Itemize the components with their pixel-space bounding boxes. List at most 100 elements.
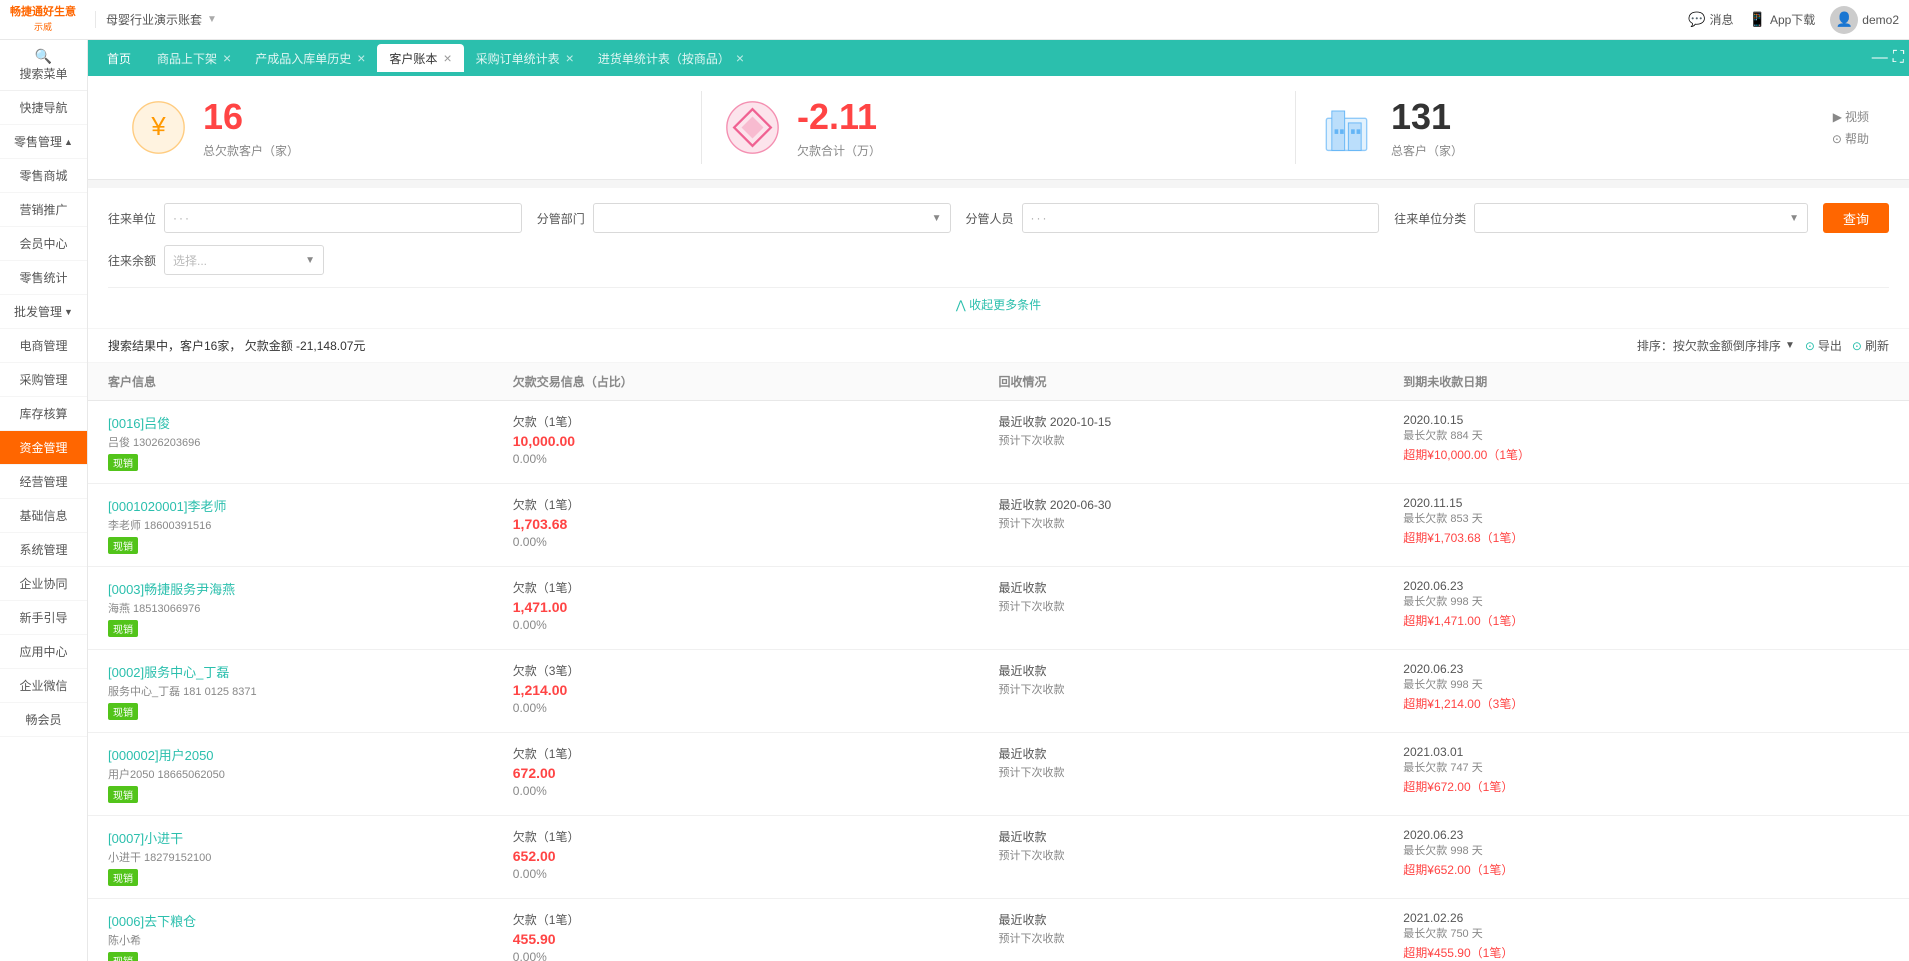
customer-contact-6: 陈小希: [108, 932, 513, 948]
customer-contact-5: 小进干 18279152100: [108, 849, 513, 865]
customer-tag-0: 现销: [108, 454, 138, 471]
dept-dropdown-icon: ▼: [932, 213, 942, 224]
debt-info-2: 欠款（1笔） 1,471.00 0.00%: [513, 579, 999, 632]
overdue-link-5[interactable]: 超期¥652.00（1笔）: [1403, 861, 1889, 878]
filter-row-2: 往来余额 选择... ▼: [108, 245, 1889, 275]
sidebar-item-marketing[interactable]: 营销推广: [0, 193, 87, 227]
table-row: [0007]小进干 小进干 18279152100 现销 欠款（1笔） 652.…: [88, 816, 1909, 899]
sidebar-item-inventory[interactable]: 库存核算: [0, 397, 87, 431]
customer-name-1[interactable]: [0001020001]李老师: [108, 496, 513, 515]
unit-category-select[interactable]: ▼: [1474, 203, 1808, 233]
sidebar-item-retail-mall[interactable]: 零售商城: [0, 159, 87, 193]
customer-name-6[interactable]: [0006]去下粮仓: [108, 911, 513, 930]
customer-tag-5: 现销: [108, 869, 138, 886]
refresh-button[interactable]: ⊙ 刷新: [1852, 337, 1889, 354]
customer-tag-2: 现销: [108, 620, 138, 637]
logo-area: 畅捷通好生意 示威: [10, 6, 95, 32]
tab-customer-account[interactable]: 客户账本 ×: [377, 44, 463, 72]
sidebar-item-retail-mgmt[interactable]: 零售管理 ▲: [0, 125, 87, 159]
sidebar-item-enterprise-wechat[interactable]: 企业微信: [0, 669, 87, 703]
sidebar-item-enterprise[interactable]: 企业协同: [0, 567, 87, 601]
debt-info-6: 欠款（1笔） 455.90 0.00%: [513, 911, 999, 961]
money-icon: ¥: [128, 98, 188, 158]
customer-contact-1: 李老师 18600391516: [108, 517, 513, 533]
overdue-link-6[interactable]: 超期¥455.90（1笔）: [1403, 944, 1889, 961]
avatar: 👤: [1830, 6, 1858, 34]
customer-name-5[interactable]: [0007]小进干: [108, 828, 513, 847]
stat-info-debt-customers: 16 总欠款客户（家）: [203, 96, 299, 159]
sidebar-item-purchase[interactable]: 采购管理: [0, 363, 87, 397]
logo-text: 畅捷通好生意 示威: [10, 6, 76, 32]
overdue-link-3[interactable]: 超期¥1,214.00（3笔）: [1403, 695, 1889, 712]
balance-select[interactable]: 选择... ▼: [164, 245, 324, 275]
company-selector[interactable]: 母婴行业演示账套 ▼: [95, 11, 1688, 28]
tab-inbound-stats[interactable]: 进货单统计表（按商品） ×: [586, 44, 756, 72]
sidebar-item-retail-stats[interactable]: 零售统计: [0, 261, 87, 295]
collapse-filters-button[interactable]: ⋀ 收起更多条件: [108, 287, 1889, 313]
tab-purchase-stats[interactable]: 采购订单统计表 ×: [464, 44, 586, 72]
tab-product-listing[interactable]: 商品上下架 ×: [145, 44, 243, 72]
stats-row: ¥ 16 总欠款客户（家）: [88, 76, 1909, 180]
tab-home[interactable]: 首页: [93, 50, 145, 67]
customer-info-0: [0016]吕俊 吕俊 13026203696 现销: [108, 413, 513, 471]
payback-info-3: 最近收款 预计下次收款: [999, 662, 1404, 697]
collapse-icon: ⋀: [956, 298, 969, 312]
sidebar-item-ecommerce[interactable]: 电商管理: [0, 329, 87, 363]
sidebar-item-system[interactable]: 系统管理: [0, 533, 87, 567]
sidebar-item-member-center[interactable]: 会员中心: [0, 227, 87, 261]
customer-info-3: [0002]服务中心_丁磊 服务中心_丁磊 181 0125 8371 现销: [108, 662, 513, 720]
stat-info-debt-amount: -2.11 欠款合计（万）: [797, 96, 881, 159]
overdue-info-6: 2021.02.26 最长欠款 750 天 超期¥455.90（1笔）: [1403, 911, 1889, 961]
debt-info-1: 欠款（1笔） 1,703.68 0.00%: [513, 496, 999, 549]
overdue-link-4[interactable]: 超期¥672.00（1笔）: [1403, 778, 1889, 795]
table-row: [000002]用户2050 用户2050 18665062050 现销 欠款（…: [88, 733, 1909, 816]
overdue-link-2[interactable]: 超期¥1,471.00（1笔）: [1403, 612, 1889, 629]
tab-product-history[interactable]: 产成品入库单历史 ×: [243, 44, 377, 72]
stat-card-total-customers: 131 总客户（家） ▶ 视频 ⊙ 帮助: [1296, 91, 1889, 164]
sidebar-item-wholesale[interactable]: 批发管理 ▼: [0, 295, 87, 329]
dept-select[interactable]: ▼: [593, 203, 951, 233]
customer-tag-3: 现销: [108, 703, 138, 720]
customer-name-0[interactable]: [0016]吕俊: [108, 413, 513, 432]
content-area: 首页 商品上下架 × 产成品入库单历史 × 客户账本 × 采购订单统计表 × 进…: [88, 40, 1909, 961]
customer-name-2[interactable]: [0003]畅捷服务尹海燕: [108, 579, 513, 598]
tab-minimize-button[interactable]: —: [1872, 49, 1888, 67]
help-button[interactable]: ⊙ 帮助: [1832, 130, 1869, 147]
overdue-link-1[interactable]: 超期¥1,703.68（1笔）: [1403, 529, 1889, 546]
tab-close-icon-5[interactable]: ×: [736, 50, 744, 66]
export-button[interactable]: ⊙ 导出: [1805, 337, 1842, 354]
sidebar-item-beginner[interactable]: 新手引导: [0, 601, 87, 635]
tab-bar: 首页 商品上下架 × 产成品入库单历史 × 客户账本 × 采购订单统计表 × 进…: [88, 40, 1909, 76]
query-button[interactable]: 查询: [1823, 203, 1889, 233]
stat-card-debt-customers: ¥ 16 总欠款客户（家）: [108, 91, 702, 164]
person-input[interactable]: ···: [1022, 203, 1380, 233]
sort-selector[interactable]: 排序：按欠款金额倒序排序 ▼: [1637, 337, 1795, 354]
stat-card-actions: ▶ 视频 ⊙ 帮助: [1832, 108, 1869, 147]
data-table: 客户信息 欠款交易信息（占比） 回收情况 到期未收款日期 [0016]吕俊 吕俊…: [88, 363, 1909, 961]
message-button[interactable]: 💬 消息: [1688, 11, 1733, 28]
customer-name-3[interactable]: [0002]服务中心_丁磊: [108, 662, 513, 681]
customer-name-4[interactable]: [000002]用户2050: [108, 745, 513, 764]
video-button[interactable]: ▶ 视频: [1833, 108, 1869, 125]
filter-dept: 分管部门 ▼: [537, 203, 951, 233]
sidebar-item-search[interactable]: 🔍 搜索菜单: [0, 40, 87, 91]
results-info: 搜索结果中，客户16家， 欠款金额 -21,148.07元 排序：按欠款金额倒序…: [88, 329, 1909, 362]
sidebar-item-operations[interactable]: 经营管理: [0, 465, 87, 499]
customer-contact-4: 用户2050 18665062050: [108, 766, 513, 782]
search-icon: 🔍: [35, 48, 52, 64]
sidebar-item-basic-info[interactable]: 基础信息: [0, 499, 87, 533]
sidebar-item-quick-nav[interactable]: 快捷导航: [0, 91, 87, 125]
tab-maximize-button[interactable]: ⛶: [1893, 49, 1904, 67]
tab-close-icon-3[interactable]: ×: [443, 50, 451, 66]
sidebar-item-app-center[interactable]: 应用中心: [0, 635, 87, 669]
refresh-icon: ⊙: [1852, 339, 1862, 353]
sidebar-item-chang-member[interactable]: 畅会员: [0, 703, 87, 737]
tab-close-icon[interactable]: ×: [223, 50, 231, 66]
user-profile[interactable]: 👤 demo2: [1830, 6, 1899, 34]
app-download-button[interactable]: 📱 App下载: [1749, 11, 1816, 28]
source-unit-input[interactable]: ···: [164, 203, 522, 233]
sidebar-item-finance[interactable]: 资金管理: [0, 431, 87, 465]
tab-close-icon-2[interactable]: ×: [357, 50, 365, 66]
tab-close-icon-4[interactable]: ×: [566, 50, 574, 66]
overdue-link-0[interactable]: 超期¥10,000.00（1笔）: [1403, 446, 1889, 463]
